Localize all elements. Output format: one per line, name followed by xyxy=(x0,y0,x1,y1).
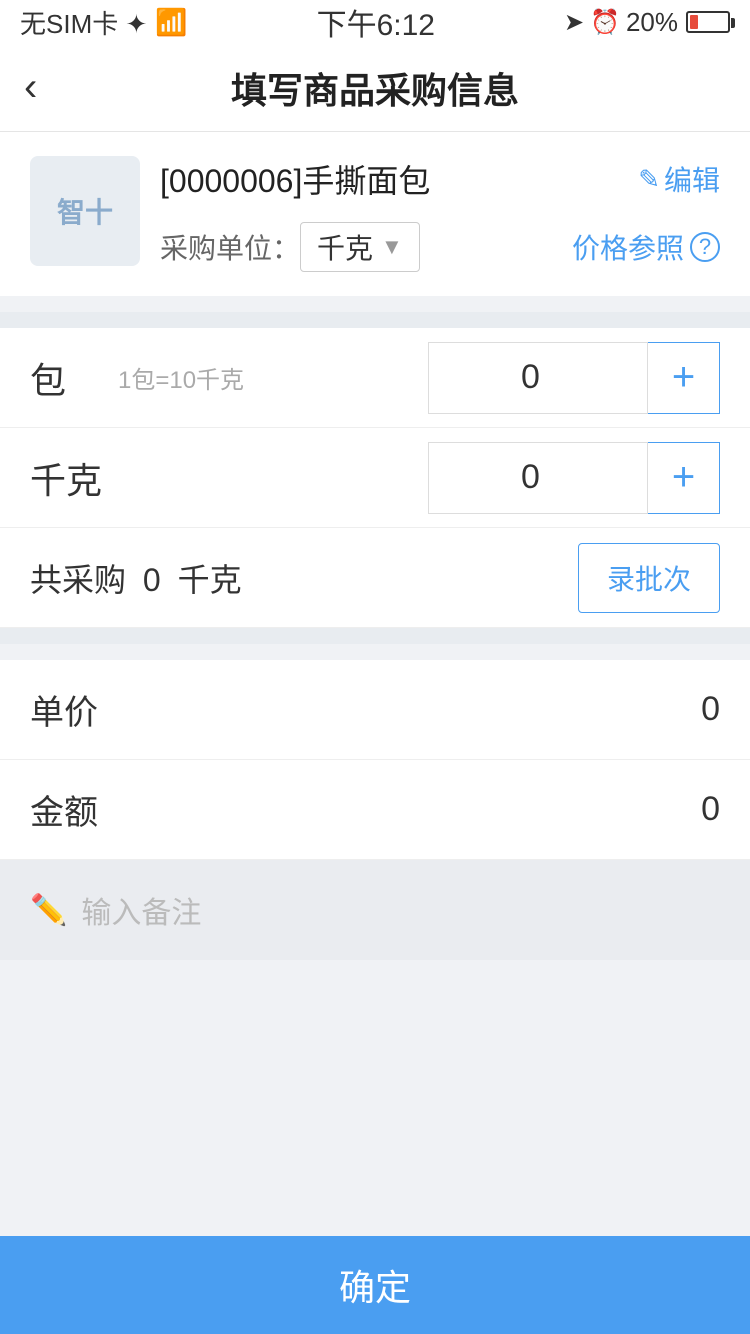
product-info: [0000006]手撕面包 ✎ 编辑 采购单位： 千克 ▼ 价格参照 ? xyxy=(160,156,720,272)
product-thumbnail: 智十 xyxy=(30,156,140,266)
back-button[interactable]: ‹ xyxy=(24,65,37,110)
kg-input-group: + xyxy=(428,442,720,514)
unit-row: 采购单位： 千克 ▼ 价格参照 ? xyxy=(160,222,720,272)
edit-label: 编辑 xyxy=(664,159,720,199)
status-left: 无SIM卡 ✦ 📶 xyxy=(20,4,188,41)
price-value: 0 xyxy=(701,690,720,729)
unit-selector-group: 采购单位： 千克 ▼ xyxy=(160,222,420,272)
product-name-row: [0000006]手撕面包 ✎ 编辑 xyxy=(160,156,720,202)
kg-quantity-input[interactable] xyxy=(428,442,648,514)
price-label: 单价 xyxy=(30,685,98,734)
total-label: 共采购 xyxy=(30,562,126,598)
pencil-icon: ✏️ xyxy=(30,893,67,928)
confirm-button[interactable]: 确定 xyxy=(0,1236,750,1334)
total-section: 共采购 0 千克 录批次 xyxy=(0,528,750,628)
remark-placeholder: 输入备注 xyxy=(81,888,201,932)
total-text: 共采购 0 千克 xyxy=(30,555,242,601)
total-unit: 千克 xyxy=(178,562,242,598)
status-bar: 无SIM卡 ✦ 📶 下午6:12 ➤ ⏰ 20% xyxy=(0,0,750,44)
remark-section[interactable]: ✏️ 输入备注 xyxy=(0,860,750,960)
price-ref-label: 价格参照 xyxy=(572,227,684,267)
nav-bar: ‹ 填写商品采购信息 xyxy=(0,44,750,132)
status-time: 下午6:12 xyxy=(317,0,435,44)
input-section: 包 1包=10千克 + 千克 + xyxy=(0,328,750,528)
bag-input-row: 包 1包=10千克 + xyxy=(0,328,750,428)
product-name: [0000006]手撕面包 xyxy=(160,156,430,202)
wifi-icon: 📶 xyxy=(155,7,187,38)
chevron-down-icon: ▼ xyxy=(381,234,403,260)
bag-input-group: + xyxy=(428,342,720,414)
divider-1 xyxy=(0,312,750,328)
bottom-space xyxy=(0,960,750,1240)
status-right: ➤ ⏰ 20% xyxy=(564,7,730,38)
edit-button[interactable]: ✎ 编辑 xyxy=(638,159,720,199)
kg-plus-button[interactable]: + xyxy=(648,442,720,514)
product-logo: 智十 xyxy=(57,191,113,231)
unit-label: 采购单位： xyxy=(160,227,300,267)
alarm-icon: ⏰ xyxy=(590,8,620,37)
bag-label: 包 xyxy=(30,352,110,404)
detail-section: 单价 0 金额 0 xyxy=(0,660,750,860)
no-sim-text: 无SIM卡 ✦ xyxy=(20,4,147,41)
unit-select[interactable]: 千克 ▼ xyxy=(300,222,420,272)
total-value: 0 xyxy=(143,562,161,598)
battery-icon xyxy=(686,11,730,33)
product-section: 智十 [0000006]手撕面包 ✎ 编辑 采购单位： 千克 ▼ 价格参照 ? xyxy=(0,132,750,296)
kg-input-row: 千克 + xyxy=(0,428,750,528)
batch-button[interactable]: 录批次 xyxy=(578,543,720,613)
bag-quantity-input[interactable] xyxy=(428,342,648,414)
divider-2 xyxy=(0,628,750,644)
price-ref-button[interactable]: 价格参照 ? xyxy=(572,227,720,267)
battery-percent: 20% xyxy=(626,7,678,38)
bag-sublabel: 1包=10千克 xyxy=(118,360,244,395)
help-icon: ? xyxy=(690,232,720,262)
bag-plus-button[interactable]: + xyxy=(648,342,720,414)
kg-label: 千克 xyxy=(30,452,110,504)
amount-label: 金额 xyxy=(30,785,98,834)
edit-icon: ✎ xyxy=(638,164,660,195)
price-row: 单价 0 xyxy=(0,660,750,760)
amount-value: 0 xyxy=(701,790,720,829)
page-title: 填写商品采购信息 xyxy=(231,62,519,114)
location-icon: ➤ xyxy=(564,8,584,37)
amount-row: 金额 0 xyxy=(0,760,750,860)
unit-value: 千克 xyxy=(317,227,373,267)
